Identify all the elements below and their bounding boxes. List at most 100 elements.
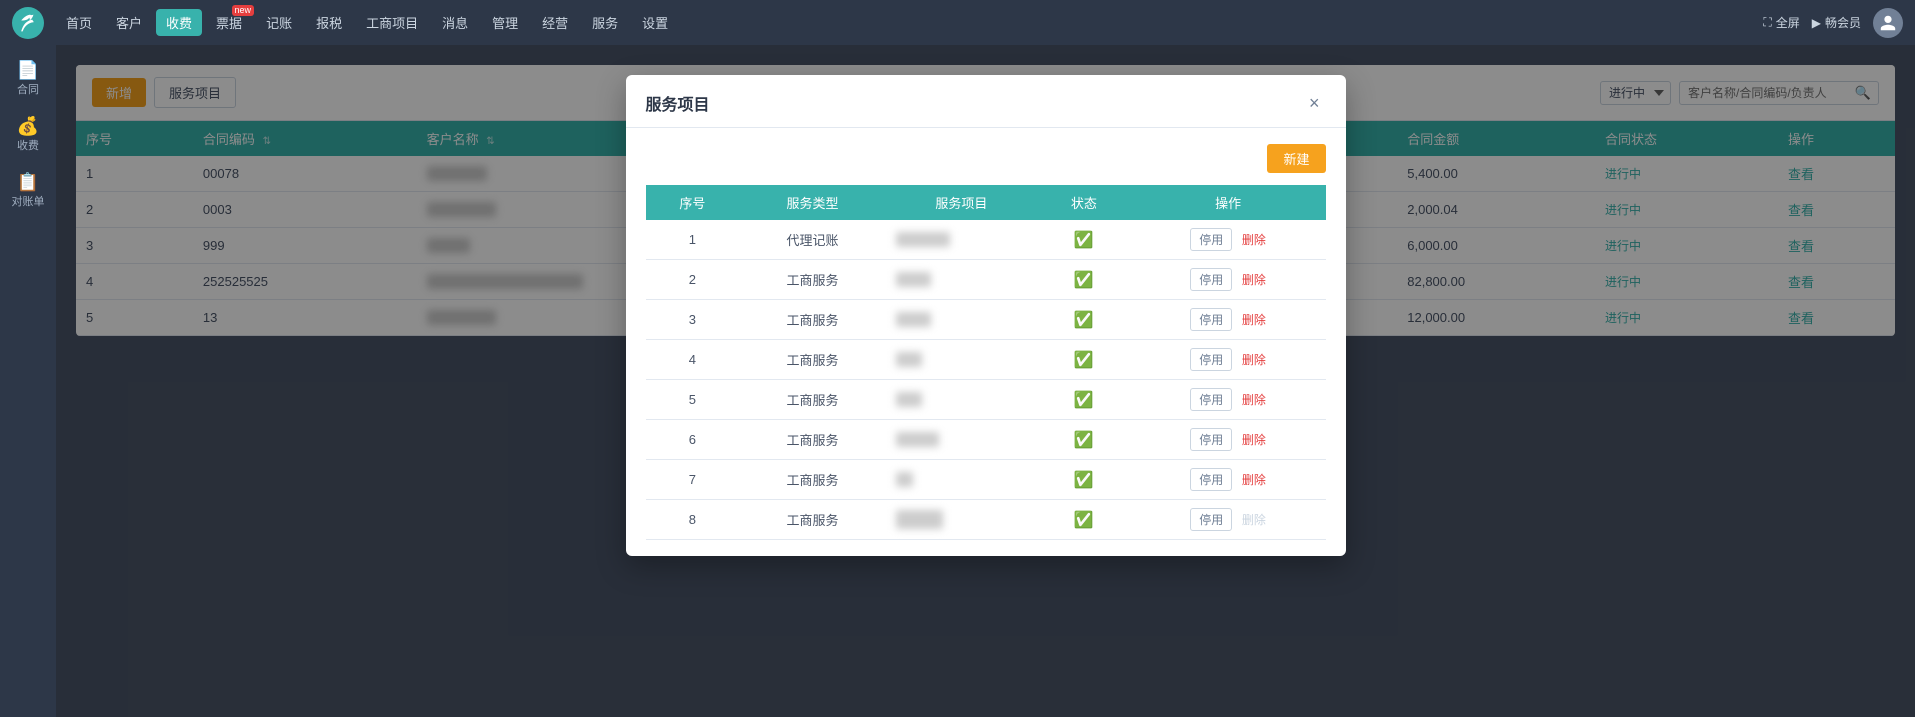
stop-button[interactable]: 停用: [1190, 388, 1232, 411]
status-check-icon: ✅: [1074, 272, 1094, 289]
modal-overlay: 服务项目 × 新建 序号 服务类型 服务项目 状态: [56, 45, 1915, 717]
scell-status: ✅: [1037, 260, 1131, 300]
scell-status: ✅: [1037, 380, 1131, 420]
stop-button[interactable]: 停用: [1190, 348, 1232, 371]
stop-button[interactable]: 停用: [1190, 428, 1232, 451]
status-check-icon: ✅: [1074, 232, 1094, 249]
modal-title: 服务项目: [646, 91, 710, 115]
nav-home[interactable]: 首页: [56, 9, 102, 36]
scell-action: 停用 删除: [1131, 300, 1326, 340]
scell-action: 停用 删除: [1131, 420, 1326, 460]
scell-seq: 2: [646, 260, 740, 300]
status-check-icon: ✅: [1074, 472, 1094, 489]
nav-right: ⛶ 全屏 ▶ 畅会员: [1763, 8, 1903, 38]
scell-action: 停用 删除: [1131, 500, 1326, 540]
scell-action: 停用 删除: [1131, 380, 1326, 420]
scell-item: XXXXX 1: [886, 220, 1037, 260]
sth-item: 服务项目: [886, 185, 1037, 220]
delete-disabled-button: 删除: [1242, 511, 1266, 528]
stop-button[interactable]: 停用: [1190, 228, 1232, 251]
scell-item: XX: [886, 460, 1037, 500]
scell-type: 工商服务: [739, 260, 886, 300]
scell-seq: 8: [646, 500, 740, 540]
nav-gongshang[interactable]: 工商项目: [356, 9, 428, 36]
scell-type: 工商服务: [739, 460, 886, 500]
service-table-row: 3 工商服务 XXXX ✅ 停用 删除: [646, 300, 1326, 340]
stop-button[interactable]: 停用: [1190, 468, 1232, 491]
scell-status: ✅: [1037, 500, 1131, 540]
service-table-row: 7 工商服务 XX ✅ 停用 删除: [646, 460, 1326, 500]
status-check-icon: ✅: [1074, 512, 1094, 529]
delete-button[interactable]: 删除: [1242, 431, 1266, 448]
scell-type: 工商服务: [739, 380, 886, 420]
delete-button[interactable]: 删除: [1242, 471, 1266, 488]
sth-type: 服务类型: [739, 185, 886, 220]
delete-button[interactable]: 删除: [1242, 231, 1266, 248]
delete-button[interactable]: 删除: [1242, 311, 1266, 328]
nav-jizhang[interactable]: 记账: [256, 9, 302, 36]
scell-item: XX 注册: [886, 500, 1037, 540]
member-icon: ▶: [1812, 16, 1821, 30]
fullscreen-button[interactable]: ⛶ 全屏: [1763, 14, 1799, 31]
scell-item: XXXX: [886, 300, 1037, 340]
scell-type: 工商服务: [739, 420, 886, 460]
stop-button[interactable]: 停用: [1190, 268, 1232, 291]
delete-button[interactable]: 删除: [1242, 271, 1266, 288]
sth-action: 操作: [1131, 185, 1326, 220]
service-table-row: 6 工商服务 XXXXX ✅ 停用 删除: [646, 420, 1326, 460]
modal-close-button[interactable]: ×: [1303, 92, 1326, 114]
fullscreen-icon: ⛶: [1763, 15, 1771, 30]
scell-action: 停用 删除: [1131, 260, 1326, 300]
nav-guanli[interactable]: 管理: [482, 9, 528, 36]
scell-item: XXXX: [886, 260, 1037, 300]
service-table-row: 2 工商服务 XXXX ✅ 停用 删除: [646, 260, 1326, 300]
modal-new-button[interactable]: 新建: [1267, 144, 1325, 173]
scell-seq: 1: [646, 220, 740, 260]
scell-status: ✅: [1037, 220, 1131, 260]
scell-status: ✅: [1037, 300, 1131, 340]
stop-button[interactable]: 停用: [1190, 508, 1232, 531]
top-nav: 首页 客户 收费 票据 new 记账 报税 工商项目 消息 管理 经营 服务 设…: [0, 0, 1915, 45]
nav-piao[interactable]: 票据 new: [206, 9, 252, 36]
service-table-row: 4 工商服务 XXX ✅ 停用 删除: [646, 340, 1326, 380]
scell-seq: 4: [646, 340, 740, 380]
scell-seq: 7: [646, 460, 740, 500]
app-logo[interactable]: [12, 7, 44, 39]
sidebar-item-duizhangdan[interactable]: 📋 对账单: [4, 165, 52, 217]
sth-status: 状态: [1037, 185, 1131, 220]
nav-customer[interactable]: 客户: [106, 9, 152, 36]
sidebar-item-shoufei[interactable]: 💰 收费: [4, 109, 52, 161]
sidebar-item-hetong[interactable]: 📄 合同: [4, 53, 52, 105]
nav-xiaoxi[interactable]: 消息: [432, 9, 478, 36]
scell-seq: 3: [646, 300, 740, 340]
main-layout: 📄 合同 💰 收费 📋 对账单 新增 服务项目 进行中 已结束 全部: [0, 45, 1915, 717]
scell-type: 工商服务: [739, 340, 886, 380]
scell-type: 工商服务: [739, 300, 886, 340]
nav-shoufei[interactable]: 收费: [156, 9, 202, 36]
scell-item: XXX: [886, 340, 1037, 380]
contract-icon: 📄: [17, 61, 39, 79]
member-button[interactable]: ▶ 畅会员: [1812, 14, 1861, 31]
sidebar: 📄 合同 💰 收费 📋 对账单: [0, 45, 56, 717]
delete-button[interactable]: 删除: [1242, 351, 1266, 368]
status-check-icon: ✅: [1074, 392, 1094, 409]
new-badge: new: [232, 5, 255, 16]
nav-fuwu[interactable]: 服务: [582, 9, 628, 36]
service-modal: 服务项目 × 新建 序号 服务类型 服务项目 状态: [626, 75, 1346, 556]
service-table-row: 8 工商服务 XX 注册 ✅ 停用 删除: [646, 500, 1326, 540]
scell-seq: 6: [646, 420, 740, 460]
stop-button[interactable]: 停用: [1190, 308, 1232, 331]
service-table: 序号 服务类型 服务项目 状态 操作 1 代理记账 XXXXX 1 ✅ 停用 删…: [646, 185, 1326, 540]
sth-seq: 序号: [646, 185, 740, 220]
service-table-row: 5 工商服务 XXX ✅ 停用 删除: [646, 380, 1326, 420]
nav-shezhi[interactable]: 设置: [632, 9, 678, 36]
fee-icon: 💰: [17, 117, 39, 135]
avatar[interactable]: [1873, 8, 1903, 38]
status-check-icon: ✅: [1074, 352, 1094, 369]
scell-type: 工商服务: [739, 500, 886, 540]
nav-baoshui[interactable]: 报税: [306, 9, 352, 36]
scell-action: 停用 删除: [1131, 220, 1326, 260]
nav-jingying[interactable]: 经营: [532, 9, 578, 36]
delete-button[interactable]: 删除: [1242, 391, 1266, 408]
scell-action: 停用 删除: [1131, 460, 1326, 500]
